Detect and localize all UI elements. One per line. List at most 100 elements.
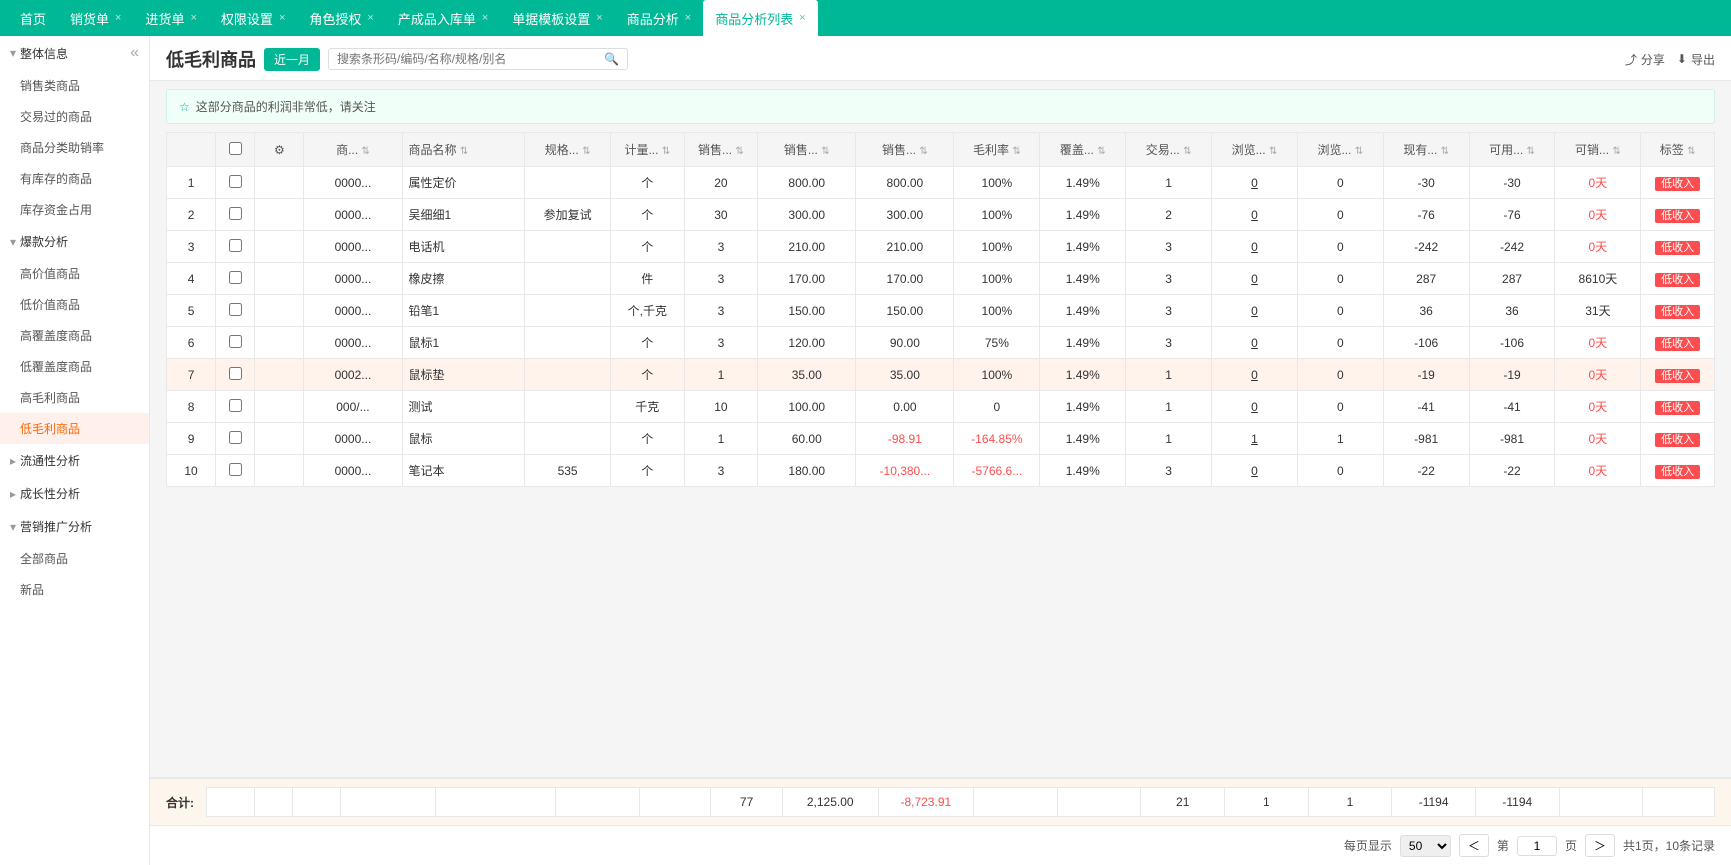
sidebar-item-low-value[interactable]: 低价值商品 <box>0 289 149 320</box>
share-button[interactable]: ⤴ 分享 <box>1625 51 1665 68</box>
nav-role-auth[interactable]: 角色授权 × <box>297 0 385 36</box>
cell-check[interactable] <box>216 167 255 199</box>
cell-sales-profit: 800.00 <box>856 167 954 199</box>
row-checkbox[interactable] <box>229 271 242 284</box>
row-checkbox[interactable] <box>229 335 242 348</box>
col-header-sales-qty[interactable]: 销售... ⇅ <box>684 133 758 167</box>
sidebar-group-circulation-title[interactable]: ▸ 流通性分析 <box>0 444 149 477</box>
close-product-entry-icon[interactable]: × <box>482 12 488 24</box>
col-header-current[interactable]: 现有... ⇅ <box>1383 133 1469 167</box>
sidebar-group-overview-title[interactable]: ▾ 整体信息 « <box>0 36 149 70</box>
sidebar-group-growth-title[interactable]: ▸ 成长性分析 <box>0 477 149 510</box>
col-header-browse2[interactable]: 浏览... ⇅ <box>1297 133 1383 167</box>
nav-product-analysis[interactable]: 商品分析 × <box>615 0 703 36</box>
sidebar-item-sales-products[interactable]: 销售类商品 <box>0 70 149 101</box>
close-sales-order-icon[interactable]: × <box>115 12 121 24</box>
sidebar-item-low-margin[interactable]: 低毛利商品 <box>0 413 149 444</box>
cell-check[interactable] <box>216 295 255 327</box>
sidebar-item-traded-products[interactable]: 交易过的商品 <box>0 101 149 132</box>
cell-browse1[interactable]: 0 <box>1212 327 1298 359</box>
row-checkbox[interactable] <box>229 367 242 380</box>
nav-product-entry[interactable]: 产成品入库单 × <box>386 0 500 36</box>
page-number-input[interactable] <box>1517 836 1557 856</box>
next-page-button[interactable]: ＞ <box>1585 834 1615 857</box>
cell-coverage: 1.49% <box>1040 391 1126 423</box>
col-header-check[interactable] <box>216 133 255 167</box>
col-header-name[interactable]: 商品名称 ⇅ <box>402 133 525 167</box>
cell-check[interactable] <box>216 455 255 487</box>
filter-recent-month-button[interactable]: 近一月 <box>264 48 320 71</box>
sidebar-item-in-stock[interactable]: 有库存的商品 <box>0 163 149 194</box>
row-checkbox[interactable] <box>229 463 242 476</box>
cell-browse1[interactable]: 0 <box>1212 455 1298 487</box>
close-product-analysis-icon[interactable]: × <box>685 12 691 24</box>
cell-browse1[interactable]: 0 <box>1212 199 1298 231</box>
cell-check[interactable] <box>216 231 255 263</box>
cell-check[interactable] <box>216 263 255 295</box>
sidebar-item-high-value[interactable]: 高价值商品 <box>0 258 149 289</box>
close-template-icon[interactable]: × <box>596 12 602 24</box>
sidebar-group-circulation: ▸ 流通性分析 <box>0 444 149 477</box>
col-header-gross-rate[interactable]: 毛利率 ⇅ <box>954 133 1040 167</box>
cell-check[interactable] <box>216 199 255 231</box>
sidebar-item-high-coverage[interactable]: 高覆盖度商品 <box>0 320 149 351</box>
cell-browse1[interactable]: 0 <box>1212 167 1298 199</box>
nav-sales-order[interactable]: 销货单 × <box>58 0 133 36</box>
select-all-checkbox[interactable] <box>229 142 242 155</box>
row-checkbox[interactable] <box>229 431 242 444</box>
col-header-spec[interactable]: 规格... ⇅ <box>525 133 611 167</box>
row-checkbox[interactable] <box>229 239 242 252</box>
col-header-coverage[interactable]: 覆盖... ⇅ <box>1040 133 1126 167</box>
col-header-sellable[interactable]: 可销... ⇅ <box>1555 133 1641 167</box>
cell-browse1[interactable]: 0 <box>1212 295 1298 327</box>
row-checkbox[interactable] <box>229 303 242 316</box>
sidebar-item-category-rate[interactable]: 商品分类助销率 <box>0 132 149 163</box>
sidebar-item-all-products[interactable]: 全部商品 <box>0 543 149 574</box>
cell-check[interactable] <box>216 327 255 359</box>
cell-unit: 件 <box>611 263 685 295</box>
cell-check[interactable] <box>216 423 255 455</box>
cell-browse1[interactable]: 0 <box>1212 231 1298 263</box>
row-checkbox[interactable] <box>229 207 242 220</box>
cell-current: -19 <box>1383 359 1469 391</box>
cell-gross-rate: 100% <box>954 231 1040 263</box>
collapse-sidebar-icon[interactable]: « <box>130 44 139 62</box>
sidebar-group-marketing-title[interactable]: ▾ 营销推广分析 <box>0 510 149 543</box>
page-size-select[interactable]: 50 100 200 <box>1400 835 1451 857</box>
sidebar-item-stock-capital[interactable]: 库存资金占用 <box>0 194 149 225</box>
cell-browse1[interactable]: 0 <box>1212 263 1298 295</box>
nav-purchase-order[interactable]: 进货单 × <box>133 0 208 36</box>
col-header-transaction[interactable]: 交易... ⇅ <box>1126 133 1212 167</box>
nav-home[interactable]: 首页 <box>8 0 58 36</box>
col-header-unit[interactable]: 计量... ⇅ <box>611 133 685 167</box>
cell-check[interactable] <box>216 359 255 391</box>
col-header-settings[interactable]: ⚙ <box>255 133 304 167</box>
col-header-code[interactable]: 商... ⇅ <box>304 133 402 167</box>
sidebar-item-high-margin[interactable]: 高毛利商品 <box>0 382 149 413</box>
row-checkbox[interactable] <box>229 175 242 188</box>
sidebar-group-hot-title[interactable]: ▾ 爆款分析 <box>0 225 149 258</box>
nav-template-settings[interactable]: 单据模板设置 × <box>500 0 614 36</box>
nav-permission-settings[interactable]: 权限设置 × <box>209 0 297 36</box>
cell-browse1[interactable]: 1 <box>1212 423 1298 455</box>
close-permission-icon[interactable]: × <box>279 12 285 24</box>
nav-product-analysis-list[interactable]: 商品分析列表 × <box>703 0 817 36</box>
col-header-tag[interactable]: 标签 ⇅ <box>1641 133 1715 167</box>
sidebar-item-low-coverage[interactable]: 低覆盖度商品 <box>0 351 149 382</box>
cell-browse1[interactable]: 0 <box>1212 391 1298 423</box>
col-header-available[interactable]: 可用... ⇅ <box>1469 133 1555 167</box>
sidebar-item-new-products[interactable]: 新品 <box>0 574 149 605</box>
cell-browse1[interactable]: 0 <box>1212 359 1298 391</box>
search-input[interactable] <box>337 52 600 66</box>
prev-page-button[interactable]: ＜ <box>1459 834 1489 857</box>
cell-check[interactable] <box>216 391 255 423</box>
col-header-sales-profit[interactable]: 销售... ⇅ <box>856 133 954 167</box>
row-checkbox[interactable] <box>229 399 242 412</box>
export-button[interactable]: ⬇ 导出 <box>1677 51 1715 68</box>
footer-sales-profit: -8,723.91 <box>878 788 974 817</box>
col-header-sales-amt[interactable]: 销售... ⇅ <box>758 133 856 167</box>
close-analysis-list-icon[interactable]: × <box>799 12 805 24</box>
col-header-browse1[interactable]: 浏览... ⇅ <box>1212 133 1298 167</box>
close-role-auth-icon[interactable]: × <box>367 12 373 24</box>
close-purchase-order-icon[interactable]: × <box>190 12 196 24</box>
